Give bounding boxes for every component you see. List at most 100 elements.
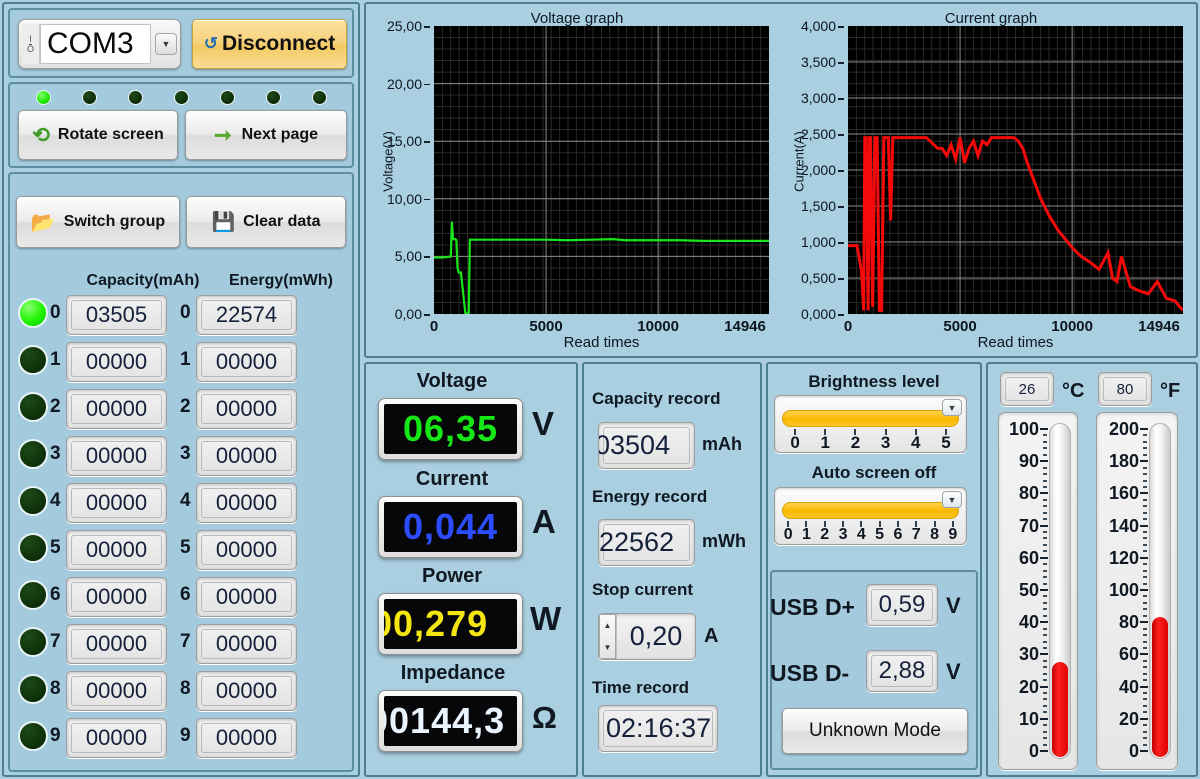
chevron-down-icon[interactable]: ▼ [155,33,177,55]
led-4 [220,90,235,105]
table-row: 003505022574 [10,292,352,337]
thermo-minor-tick [1043,602,1047,604]
row-index-energy: 6 [180,584,191,606]
disconnect-button[interactable]: ↺ Disconnect [192,19,347,69]
thermo-minor-tick [1043,550,1047,552]
capacity-header: Capacity(mAh) [68,272,218,290]
voltage-lcd: 06,35 [384,404,517,454]
row-index-energy: 4 [180,490,191,512]
capacity-cell: 00000 [66,530,167,570]
thermo-tick-mark [1140,686,1148,688]
celsius-thermometer: 1009080706050403020100 [998,412,1078,770]
thermo-minor-tick [1043,480,1047,482]
rotate-screen-button[interactable]: ⟲ Rotate screen [18,110,178,160]
thermo-tick-label: 80 [1119,615,1139,629]
capacity-cell: 00000 [66,577,167,617]
current-readout: 0,044 [378,496,523,558]
capacity-cell-value: 00000 [86,349,147,375]
energy-cell-value: 00000 [216,490,277,516]
row-index-capacity: 6 [50,584,61,606]
thermo-minor-tick [1043,531,1047,533]
voltage-value: 06,35 [403,408,498,450]
auto-screen-off-slider[interactable]: ▼ 0123456789 [774,487,967,545]
com-port-text: COM3 [47,27,134,61]
mode-button[interactable]: Unknown Mode [782,708,968,754]
thermo-minor-tick [1143,583,1147,585]
thermo-minor-tick [1043,660,1047,662]
table-row: 800000800000 [10,668,352,713]
slider-tick: 0 [780,429,810,451]
slider-tick: 3 [834,521,852,543]
thermo-tick-mark [1040,525,1048,527]
impedance-readout: 00144,3 [378,690,523,752]
thermo-tick-mark [1040,653,1048,655]
thermo-tick-label: 20 [1019,680,1039,694]
next-page-button[interactable]: ➞ Next page [185,110,347,160]
thermo-minor-tick [1143,434,1147,436]
auto-screen-off-track[interactable] [782,502,959,519]
y-tick-label: 0,500 [801,270,836,286]
arrow-right-icon: ➞ [214,123,232,148]
y-tick-label: 20,00 [387,76,422,92]
power-lcd: 00,279 [384,599,517,649]
brightness-track[interactable] [782,410,959,427]
y-tick-label: 3,000 [801,90,836,106]
auto-screen-off-thumb[interactable]: ▼ [942,491,962,508]
thermo-tick-mark [1040,750,1048,752]
thermo-tick-label: 200 [1109,422,1139,436]
switch-group-button[interactable]: 📂 Switch group [16,196,180,248]
thermo-tick-label: 30 [1019,647,1039,661]
current-graph-title: Current graph [786,10,1196,27]
usb-dminus-value: 2,88 [879,657,926,685]
brightness-ticks: 012345 [780,429,961,451]
mode-label: Unknown Mode [809,720,941,742]
y-tick-mark [838,98,844,100]
thermo-minor-tick [1143,480,1147,482]
stop-current-field[interactable]: ▲ ▼ 0,20 [598,613,696,660]
thermo-minor-tick [1043,692,1047,694]
energy-record-unit: mWh [702,531,746,552]
stop-current-stepper[interactable]: ▲ ▼ [599,614,616,659]
led-0 [36,90,51,105]
capacity-cell-value: 00000 [86,490,147,516]
led-5 [266,90,281,105]
slider-tick: 9 [944,521,962,543]
time-record-value: 02:16:37 [606,713,711,744]
clear-data-button[interactable]: 💾 Clear data [186,196,346,248]
thermo-tick-mark [1140,525,1148,527]
energy-cell-value: 00000 [216,631,277,657]
thermo-tick-label: 80 [1019,486,1039,500]
voltage-y-ticks: 25,0020,0015,0010,005,000,00 [372,26,430,314]
folder-icon: 📂 [31,210,56,235]
thermo-minor-tick [1143,673,1147,675]
slider-tick: 2 [840,429,870,451]
slider-tick: 5 [870,521,888,543]
thermo-tick-mark [1140,428,1148,430]
thermo-tick-label: 100 [1109,583,1139,597]
thermo-tick-label: 70 [1019,519,1039,533]
thermo-minor-tick [1043,737,1047,739]
thermo-minor-tick [1143,705,1147,707]
capacity-cell-value: 00000 [86,725,147,751]
brightness-thumb[interactable]: ▼ [942,399,962,416]
celsius-scale: 1009080706050403020100 [1001,423,1051,759]
thermo-minor-tick [1043,583,1047,585]
energy-cell: 00000 [196,483,297,523]
fahrenheit-thermometer: 200180160140120100806040200 [1096,412,1178,770]
stepper-up-icon[interactable]: ▲ [600,615,615,637]
row-led [18,580,48,610]
capacity-cell: 00000 [66,718,167,758]
celsius-tube [1049,423,1071,759]
stepper-down-icon[interactable]: ▼ [600,637,615,659]
status-led-row [20,89,342,106]
thermo-minor-tick [1043,570,1047,572]
led-1 [82,90,97,105]
row-index-energy: 9 [180,725,191,747]
com-port-selector[interactable]: IO COM3 ▼ [18,19,181,69]
row-index-energy: 2 [180,396,191,418]
thermo-minor-tick [1043,711,1047,713]
y-tick-mark [838,278,844,280]
capacity-cell: 00000 [66,671,167,711]
energy-cell: 00000 [196,436,297,476]
brightness-slider[interactable]: ▼ 012345 [774,395,967,453]
